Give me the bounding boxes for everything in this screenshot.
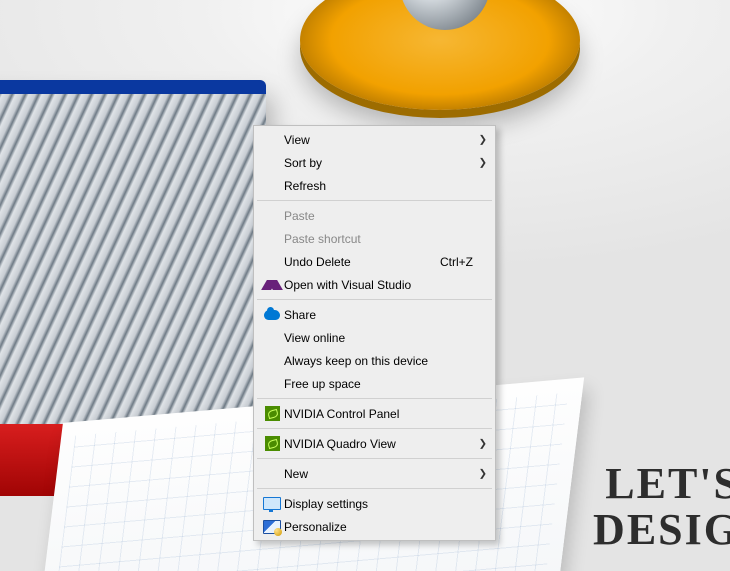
menu-label: Free up space	[284, 377, 473, 391]
menu-separator	[257, 200, 492, 201]
menu-item-view-online[interactable]: View online	[256, 326, 493, 349]
chevron-right-icon: ❯	[479, 157, 487, 168]
onedrive-cloud-icon	[260, 310, 284, 320]
nvidia-icon	[260, 406, 284, 421]
menu-label: Share	[284, 308, 473, 322]
menu-separator	[257, 398, 492, 399]
menu-separator	[257, 299, 492, 300]
menu-item-free-up-space[interactable]: Free up space	[256, 372, 493, 395]
menu-separator	[257, 458, 492, 459]
menu-item-paste-shortcut: Paste shortcut	[256, 227, 493, 250]
menu-label: Sort by	[284, 156, 473, 170]
menu-item-personalize[interactable]: Personalize	[256, 515, 493, 538]
menu-item-nvidia-quadro-view[interactable]: NVIDIA Quadro View ❯	[256, 432, 493, 455]
wallpaper-decoration	[0, 80, 266, 444]
menu-label: Undo Delete	[284, 255, 428, 269]
nvidia-icon	[260, 436, 284, 451]
menu-item-undo-delete[interactable]: Undo Delete Ctrl+Z	[256, 250, 493, 273]
desktop-wallpaper[interactable]: LET'S DESIG View ❯ Sort by ❯ Refresh Pas…	[0, 0, 730, 571]
menu-item-nvidia-control-panel[interactable]: NVIDIA Control Panel	[256, 402, 493, 425]
menu-label: View online	[284, 331, 473, 345]
menu-item-new[interactable]: New ❯	[256, 462, 493, 485]
menu-label: Refresh	[284, 179, 473, 193]
menu-label: View	[284, 133, 473, 147]
wallpaper-slogan: LET'S DESIG	[593, 461, 730, 553]
menu-label: NVIDIA Control Panel	[284, 407, 473, 421]
menu-label: Paste shortcut	[284, 232, 473, 246]
menu-label: Always keep on this device	[284, 354, 473, 368]
menu-accelerator: Ctrl+Z	[440, 255, 473, 269]
chevron-right-icon: ❯	[479, 134, 487, 145]
display-icon	[260, 497, 284, 510]
visual-studio-icon	[260, 278, 284, 292]
menu-label: Paste	[284, 209, 473, 223]
menu-item-sort-by[interactable]: Sort by ❯	[256, 151, 493, 174]
menu-item-display-settings[interactable]: Display settings	[256, 492, 493, 515]
menu-item-view[interactable]: View ❯	[256, 128, 493, 151]
slogan-line: DESIG	[593, 507, 730, 553]
chevron-right-icon: ❯	[479, 468, 487, 479]
menu-separator	[257, 488, 492, 489]
desktop-context-menu: View ❯ Sort by ❯ Refresh Paste Paste sho…	[253, 125, 496, 541]
personalize-icon	[260, 520, 284, 534]
chevron-right-icon: ❯	[479, 438, 487, 449]
menu-label: Display settings	[284, 497, 473, 511]
menu-item-always-keep-on-device[interactable]: Always keep on this device	[256, 349, 493, 372]
menu-item-open-visual-studio[interactable]: Open with Visual Studio	[256, 273, 493, 296]
menu-item-share[interactable]: Share	[256, 303, 493, 326]
slogan-line: LET'S	[593, 461, 730, 507]
menu-label: NVIDIA Quadro View	[284, 437, 473, 451]
menu-separator	[257, 428, 492, 429]
menu-item-refresh[interactable]: Refresh	[256, 174, 493, 197]
menu-label: New	[284, 467, 473, 481]
menu-label: Open with Visual Studio	[284, 278, 473, 292]
menu-item-paste: Paste	[256, 204, 493, 227]
menu-label: Personalize	[284, 520, 473, 534]
